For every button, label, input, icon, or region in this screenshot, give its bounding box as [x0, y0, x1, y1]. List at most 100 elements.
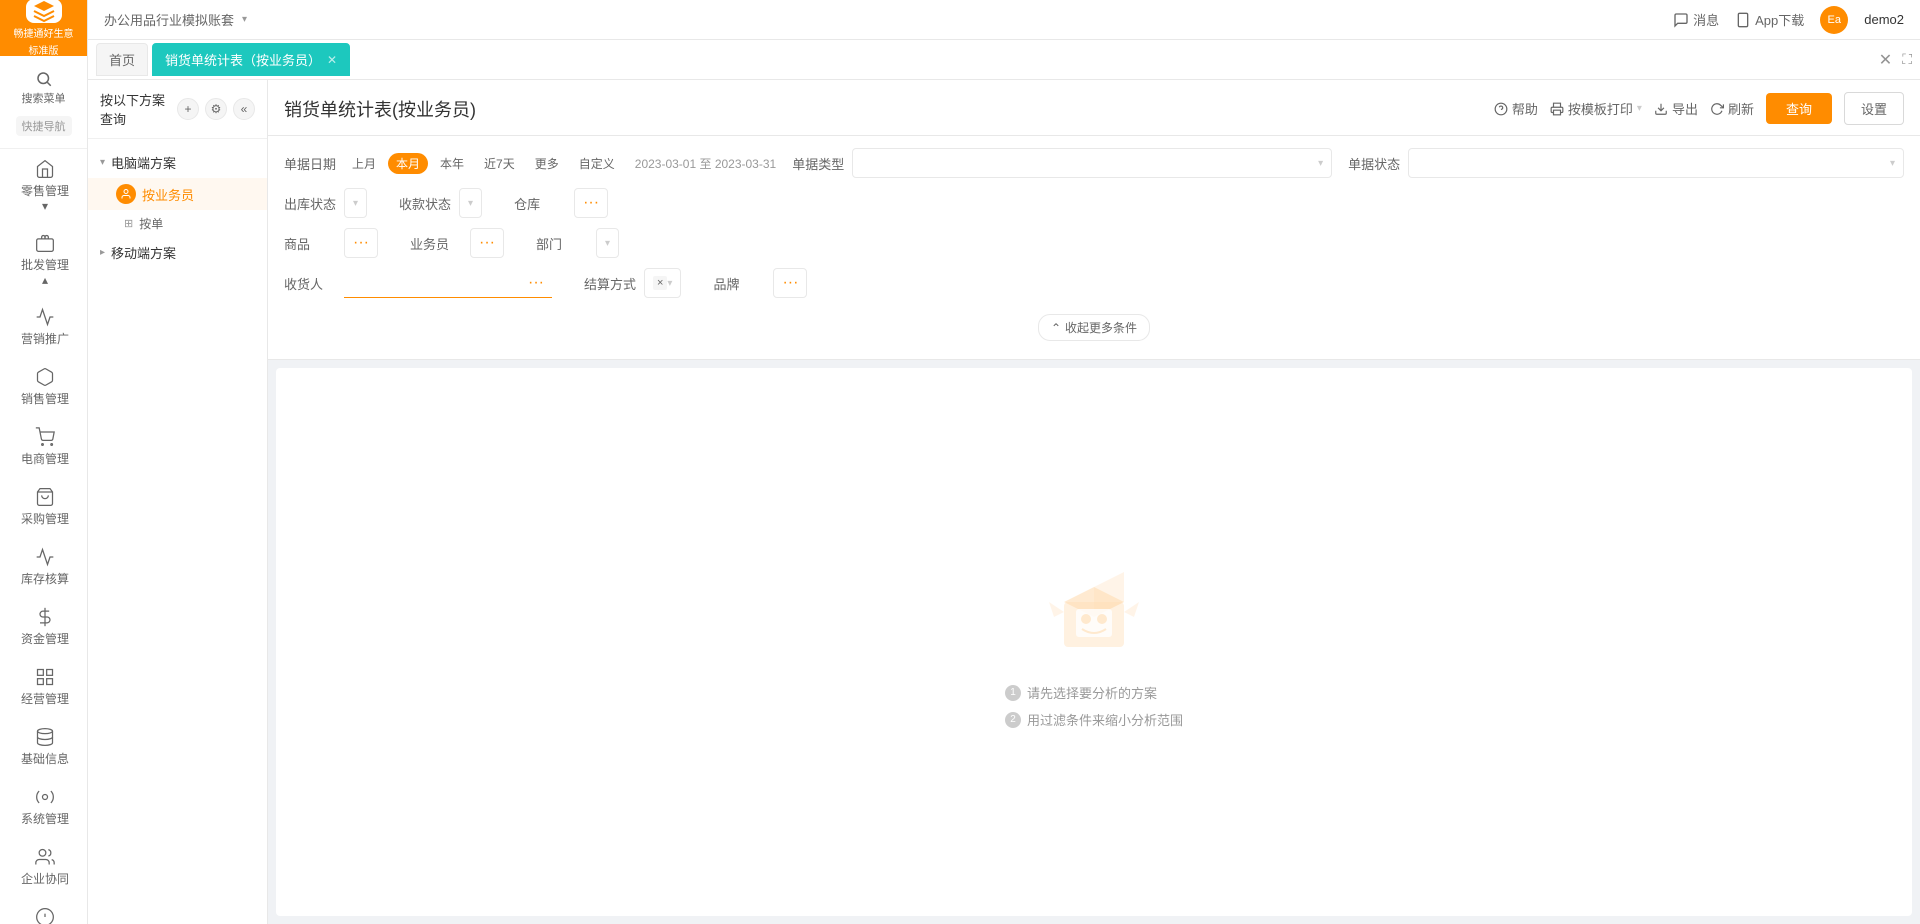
filter-cell-settlement: 结算方式 × ▾: [584, 268, 697, 298]
salesperson-icon: [116, 184, 136, 204]
filter-cell-payment-status: 收款状态 ▾: [399, 188, 498, 218]
template-print-arrow[interactable]: ▾: [1637, 103, 1642, 114]
sidebar-item-finance[interactable]: 资金管理: [0, 597, 87, 657]
date-this-month[interactable]: 本月: [388, 153, 428, 174]
top-header: 办公用品行业模拟账套 ▾ 消息 App下载 Ea demo2: [88, 0, 1920, 40]
out-status-arrow: ▾: [353, 198, 358, 209]
left-panel-header: 按以下方案查询 + ⚙ «: [88, 80, 267, 139]
goods-label: 商品: [284, 234, 344, 253]
tab-close-icon[interactable]: ✕: [327, 53, 337, 67]
tab-sales-stat[interactable]: 销货单统计表（按业务员） ✕: [152, 43, 350, 76]
tree-sub-item-order-label: 按单: [139, 215, 163, 232]
brand-label: 品牌: [713, 274, 773, 293]
tree-group-mobile-header[interactable]: ▸ 移动端方案: [88, 237, 267, 268]
settings-btn[interactable]: 设置: [1844, 92, 1904, 125]
window-maximize-icon[interactable]: ⛶: [1902, 51, 1912, 68]
tree-group-pc-header[interactable]: ▾ 电脑端方案: [88, 147, 267, 178]
filter-cell-department: 部门 ▾: [536, 228, 635, 258]
salesperson-dots[interactable]: ···: [479, 235, 495, 251]
salesperson-control[interactable]: ···: [470, 228, 504, 258]
search-menu-btn[interactable]: 搜索菜单: [22, 64, 66, 112]
app-download-btn[interactable]: App下载: [1735, 10, 1804, 29]
date-last-7-days[interactable]: 近7天: [476, 153, 523, 174]
department-arrow: ▾: [605, 238, 610, 249]
sidebar-label-system: 系统管理: [21, 810, 69, 827]
brand-control[interactable]: ···: [773, 268, 807, 298]
logo-icon: [26, 0, 62, 23]
tree-item-by-salesperson[interactable]: 按业务员: [88, 178, 267, 210]
message-label: 消息: [1693, 10, 1719, 29]
date-custom[interactable]: 自定义: [571, 153, 623, 174]
goods-control[interactable]: ···: [344, 228, 378, 258]
sidebar-label-purchase: 采购管理: [21, 510, 69, 527]
message-btn[interactable]: 消息: [1673, 10, 1719, 29]
payment-status-control[interactable]: ▾: [459, 188, 482, 218]
retail-arrow: ▾: [42, 199, 48, 213]
date-last-month[interactable]: 上月: [344, 153, 384, 174]
sidebar-item-basic[interactable]: 基础信息: [0, 717, 87, 777]
sidebar-item-retail[interactable]: 零售管理 ▾: [0, 149, 87, 223]
filter-cell-goods: 商品 ···: [284, 228, 394, 258]
salesperson-label: 业务员: [410, 234, 470, 253]
sidebar-item-inventory[interactable]: 库存核算: [0, 537, 87, 597]
help-btn[interactable]: 帮助: [1494, 99, 1538, 118]
empty-state-illustration: [1034, 547, 1154, 667]
sidebar-item-marketing[interactable]: 营销推广: [0, 297, 87, 357]
template-print-btn[interactable]: 按模板打印 ▾: [1550, 99, 1642, 118]
date-more[interactable]: 更多: [527, 153, 567, 174]
content-area: 按以下方案查询 + ⚙ « ▾ 电脑端方案: [88, 80, 1920, 924]
user-avatar[interactable]: Ea: [1820, 6, 1848, 34]
sidebar-item-purchase[interactable]: 采购管理: [0, 477, 87, 537]
sidebar-item-newbie[interactable]: 新手引导: [0, 897, 87, 924]
settlement-tag[interactable]: ×: [653, 276, 667, 290]
department-control[interactable]: ▾: [596, 228, 619, 258]
tab-bar: 首页 销货单统计表（按业务员） ✕ ✕ ⛶: [88, 40, 1920, 80]
window-close-icon[interactable]: ✕: [1879, 50, 1892, 70]
brand-dots[interactable]: ···: [782, 275, 798, 291]
date-range-display: 2023-03-01 至 2023-03-31: [635, 155, 776, 172]
warehouse-dots[interactable]: ···: [583, 195, 599, 211]
sidebar-item-system[interactable]: 系统管理: [0, 777, 87, 837]
date-this-year[interactable]: 本年: [432, 153, 472, 174]
tree-sub-item-order[interactable]: ⊞ 按单: [88, 210, 267, 237]
sidebar-item-operation[interactable]: 经营管理: [0, 657, 87, 717]
consignee-dots[interactable]: ···: [528, 275, 544, 291]
sidebar-item-ecom[interactable]: 电商管理: [0, 417, 87, 477]
settings-scheme-btn[interactable]: ⚙: [205, 98, 227, 120]
template-print-label: 按模板打印: [1568, 99, 1633, 118]
doc-status-control[interactable]: ▾: [1408, 148, 1904, 178]
collapse-btn[interactable]: ⌃ 收起更多条件: [1038, 314, 1150, 341]
tab-home[interactable]: 首页: [96, 43, 148, 76]
search-menu-label: 搜索菜单: [22, 90, 66, 106]
sidebar-item-wholesale[interactable]: 批发管理 ▴: [0, 223, 87, 297]
query-btn[interactable]: 查询: [1766, 93, 1832, 124]
help-label: 帮助: [1512, 99, 1538, 118]
consignee-control[interactable]: ···: [344, 268, 552, 298]
add-scheme-btn[interactable]: +: [177, 98, 199, 120]
export-btn[interactable]: 导出: [1654, 99, 1698, 118]
warehouse-control[interactable]: ···: [574, 188, 608, 218]
goods-dots[interactable]: ···: [353, 235, 369, 251]
user-name[interactable]: demo2: [1864, 12, 1904, 27]
settlement-control[interactable]: × ▾: [644, 268, 681, 298]
consignee-input[interactable]: [352, 273, 528, 292]
filter-date-row: 单据日期 上月 本月 本年 近7天 更多 自定义 2023-03-01 至 20…: [284, 148, 1904, 178]
empty-state: 1 请先选择要分析的方案 2 用过滤条件来缩小分析范围: [276, 368, 1912, 916]
export-label: 导出: [1672, 99, 1698, 118]
sidebar-search-section: 搜索菜单 快捷导航: [0, 56, 87, 149]
sidebar-item-coop[interactable]: 企业协同: [0, 837, 87, 897]
sidebar-item-sales[interactable]: 销售管理: [0, 357, 87, 417]
logo-area[interactable]: 畅捷通好生意 标准版: [0, 0, 87, 56]
page-actions: 帮助 按模板打印 ▾: [1494, 92, 1904, 125]
collapse-label: 收起更多条件: [1065, 319, 1137, 336]
breadcrumb-arrow[interactable]: ▾: [242, 14, 247, 25]
sidebar-label-ecom: 电商管理: [21, 450, 69, 467]
refresh-btn[interactable]: 刷新: [1710, 99, 1754, 118]
collapse-panel-btn[interactable]: «: [233, 98, 255, 120]
logo-text: 畅捷通好生意: [14, 25, 74, 40]
quick-nav-label[interactable]: 快捷导航: [16, 116, 72, 136]
payment-status-label: 收款状态: [399, 194, 459, 213]
out-status-control[interactable]: ▾: [344, 188, 367, 218]
doc-type-control[interactable]: ▾: [852, 148, 1332, 178]
filter-row-3: 商品 ··· 业务员 ···: [284, 228, 1904, 258]
